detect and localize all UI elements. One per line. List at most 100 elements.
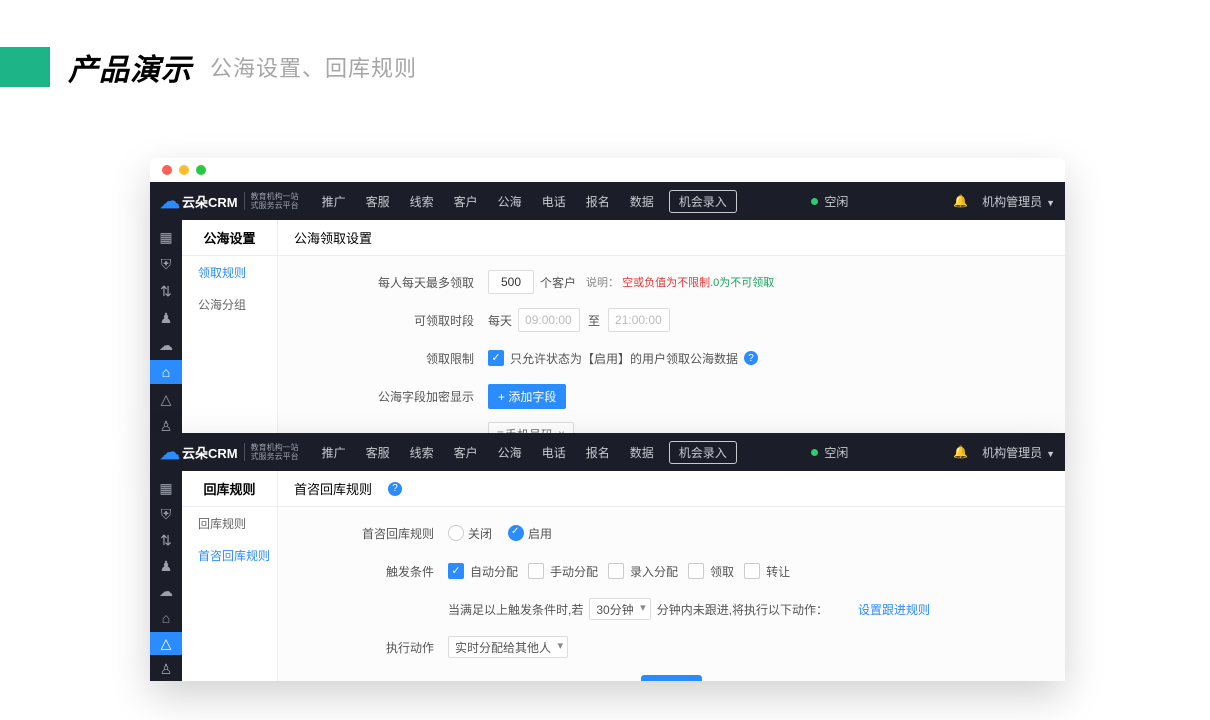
cloud-icon[interactable]: ☁ (150, 581, 182, 604)
rule-on-radio[interactable] (508, 525, 524, 541)
trigger-entry-checkbox[interactable] (608, 563, 624, 579)
time-separator: 至 (588, 312, 600, 329)
claim-limit-text: 只允许状态为【启用】的用户领取公海数据 (510, 350, 738, 367)
role-dropdown[interactable]: 机构管理员▼ (982, 193, 1055, 210)
nav-customers[interactable]: 客户 (447, 189, 485, 214)
chevron-down-icon: ▼ (1046, 198, 1055, 208)
chart-icon[interactable]: ⇅ (150, 529, 182, 552)
sidebar-item-groups[interactable]: 公海分组 (182, 288, 277, 320)
max-claim-hint: 说明： 空或负值为不限制.0为不可领取 (586, 274, 774, 290)
icon-sidebar: ▦ ⛨ ⇅ ♟ ☁ ⌂ △ ♙ (150, 220, 182, 438)
sidebar-item-return-rules[interactable]: 回库规则 (182, 507, 277, 539)
shield-icon[interactable]: ⛨ (150, 253, 182, 277)
slide-title: 产品演示 (68, 45, 192, 89)
duration-select[interactable]: 30分钟 (589, 598, 650, 620)
nav-customers[interactable]: 客户 (447, 440, 485, 465)
nav-signup[interactable]: 报名 (579, 440, 617, 465)
brand-text: 云朵CRM (182, 192, 238, 211)
help-icon[interactable]: ? (744, 351, 758, 365)
accent-block (0, 47, 50, 87)
recycle-icon[interactable]: △ (150, 632, 182, 655)
bell-icon[interactable]: 🔔 (953, 194, 968, 208)
sidebar-item-first-consult-rules[interactable]: 首咨回库规则 (182, 539, 277, 571)
max-claim-input[interactable] (488, 270, 534, 294)
cloud-icon[interactable]: ☁ (150, 334, 182, 358)
time-to-input[interactable] (608, 308, 670, 332)
trigger-auto-checkbox[interactable] (448, 563, 464, 579)
rule-enable-label: 首咨回库规则 (278, 525, 448, 542)
page-title: 公海领取设置 (278, 220, 1065, 256)
time-prefix: 每天 (488, 312, 512, 329)
trigger-manual-checkbox[interactable] (528, 563, 544, 579)
screenshot-return-rules: ☁ 云朵CRM 教育机构一站 式服务云平台 推广 客服 线索 客户 公海 电话 … (150, 433, 1065, 681)
close-icon[interactable] (162, 165, 172, 175)
recycle-icon[interactable]: △ (150, 387, 182, 411)
nav-pool[interactable]: 公海 (491, 189, 529, 214)
brand-logo: ☁ 云朵CRM 教育机构一站 式服务云平台 (150, 440, 309, 465)
shield-icon[interactable]: ⛨ (150, 503, 182, 526)
person-icon[interactable]: ♙ (150, 658, 182, 681)
trigger-label: 触发条件 (278, 563, 448, 580)
sidebar-section-title: 回库规则 (182, 471, 277, 507)
status-text: 空闲 (824, 193, 848, 210)
rule-off-radio[interactable] (448, 525, 464, 541)
page-title: 首咨回库规则 (294, 479, 372, 498)
add-field-button[interactable]: + 添加字段 (488, 384, 566, 409)
chevron-down-icon: ▼ (1046, 449, 1055, 459)
trigger-transfer-checkbox[interactable] (744, 563, 760, 579)
sidebar-item-claim-rules[interactable]: 领取规则 (182, 256, 277, 288)
primary-nav: 推广 客服 线索 客户 公海 电话 报名 数据 (315, 440, 661, 465)
mask-fields-label: 公海字段加密显示 (278, 388, 488, 405)
grid-icon[interactable]: ▦ (150, 226, 182, 250)
help-icon[interactable]: ? (388, 482, 402, 496)
condition-sentence-a: 当满足以上触发条件时,若 (448, 601, 583, 618)
nav-leads[interactable]: 线索 (403, 440, 441, 465)
nav-phone[interactable]: 电话 (535, 189, 573, 214)
cloud-icon: ☁ (160, 189, 180, 214)
set-followup-rule-link[interactable]: 设置跟进规则 (858, 601, 930, 618)
house-icon[interactable]: ⌂ (150, 606, 182, 629)
claim-limit-label: 领取限制 (278, 350, 488, 367)
nav-data[interactable]: 数据 (623, 440, 661, 465)
action-select[interactable]: 实时分配给其他人 (448, 636, 568, 658)
logo-sub2: 式服务云平台 (251, 201, 299, 210)
sidebar-section-title: 公海设置 (182, 220, 277, 256)
condition-sentence-b: 分钟内未跟进,将执行以下动作： (657, 601, 828, 618)
nav-promote[interactable]: 推广 (315, 189, 353, 214)
brand-text: 云朵CRM (182, 443, 238, 462)
nav-phone[interactable]: 电话 (535, 440, 573, 465)
role-dropdown[interactable]: 机构管理员▼ (982, 444, 1055, 461)
top-nav: ☁ 云朵CRM 教育机构一站 式服务云平台 推广 客服 线索 客户 公海 电话 … (150, 433, 1065, 471)
nav-leads[interactable]: 线索 (403, 189, 441, 214)
opportunity-entry-button[interactable]: 机会录入 (669, 190, 737, 213)
bell-icon[interactable]: 🔔 (953, 445, 968, 459)
save-button[interactable]: 保存 (641, 675, 701, 681)
chart-icon[interactable]: ⇅ (150, 280, 182, 304)
maximize-icon[interactable] (196, 165, 206, 175)
minimize-icon[interactable] (179, 165, 189, 175)
time-from-input[interactable] (518, 308, 580, 332)
opportunity-entry-button[interactable]: 机会录入 (669, 441, 737, 464)
max-claim-label: 每人每天最多领取 (278, 274, 488, 291)
status-indicator-icon (811, 449, 818, 456)
house-icon[interactable]: ⌂ (150, 360, 182, 384)
max-claim-unit: 个客户 (540, 274, 576, 291)
only-active-users-checkbox[interactable] (488, 350, 504, 366)
status-text: 空闲 (824, 444, 848, 461)
trigger-claim-checkbox[interactable] (688, 563, 704, 579)
nav-pool[interactable]: 公海 (491, 440, 529, 465)
secondary-sidebar: 回库规则 回库规则 首咨回库规则 (182, 471, 278, 681)
nav-service[interactable]: 客服 (359, 189, 397, 214)
cloud-icon: ☁ (160, 440, 180, 465)
grid-icon[interactable]: ▦ (150, 477, 182, 500)
nav-data[interactable]: 数据 (623, 189, 661, 214)
primary-nav: 推广 客服 线索 客户 公海 电话 报名 数据 (315, 189, 661, 214)
user-icon[interactable]: ♟ (150, 307, 182, 331)
nav-signup[interactable]: 报名 (579, 189, 617, 214)
user-icon[interactable]: ♟ (150, 555, 182, 578)
nav-promote[interactable]: 推广 (315, 440, 353, 465)
nav-service[interactable]: 客服 (359, 440, 397, 465)
icon-sidebar: ▦ ⛨ ⇅ ♟ ☁ ⌂ △ ♙ (150, 471, 182, 681)
status-indicator-icon (811, 198, 818, 205)
brand-logo: ☁ 云朵CRM 教育机构一站 式服务云平台 (150, 189, 309, 214)
